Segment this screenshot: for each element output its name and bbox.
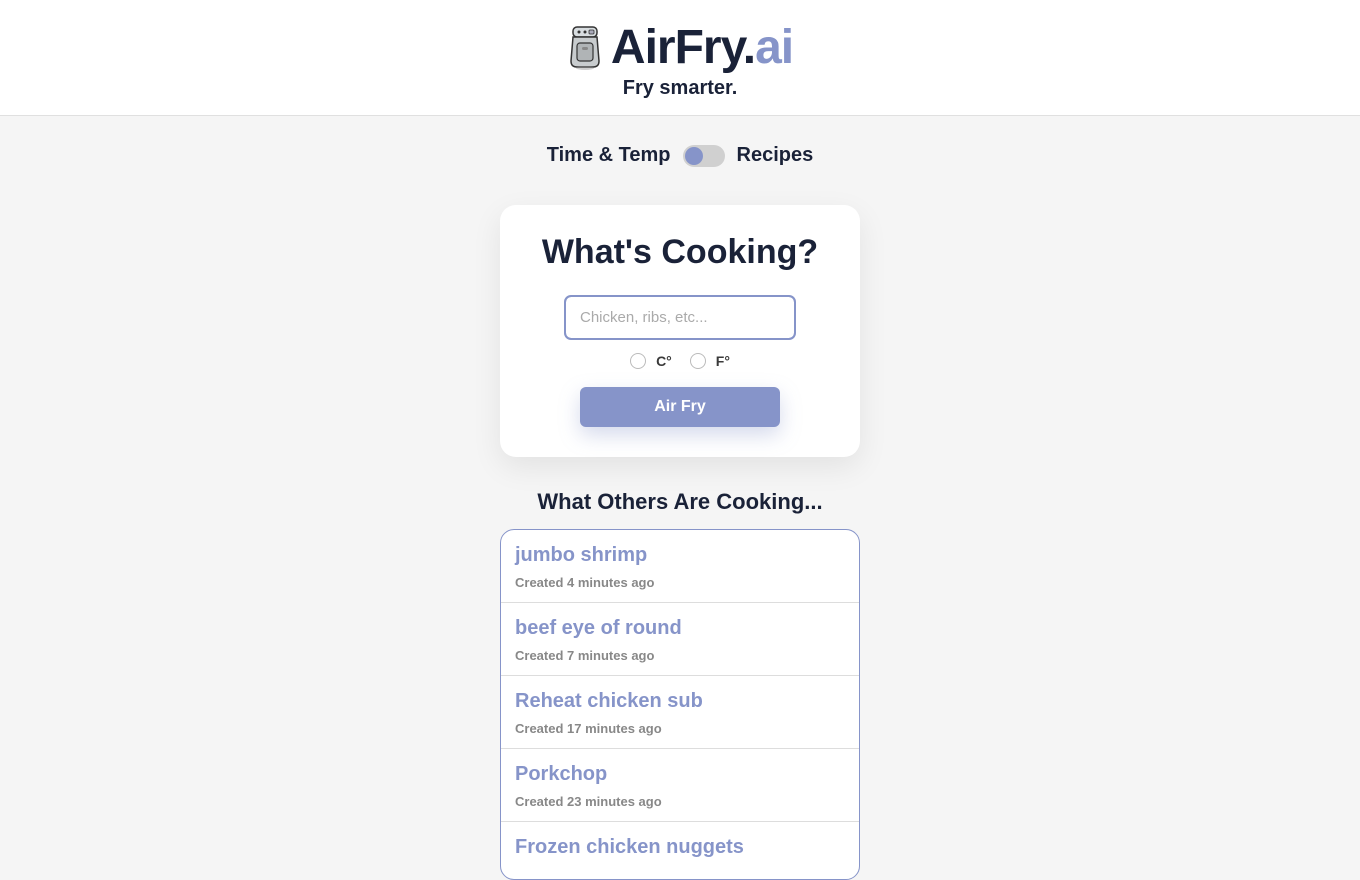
feed-item-name: Frozen chicken nuggets (515, 836, 845, 859)
radio-celsius-group[interactable]: C° (630, 353, 672, 369)
cooking-card: What's Cooking? C° F° Air Fry (500, 205, 860, 457)
feed-item-time: Created 4 minutes ago (515, 575, 845, 590)
feed-section-title: What Others Are Cooking... (0, 489, 1360, 515)
feed-item[interactable]: jumbo shrimp Created 4 minutes ago (501, 530, 859, 603)
feed-list: jumbo shrimp Created 4 minutes ago beef … (500, 529, 860, 880)
feed-item-name: Reheat chicken sub (515, 690, 845, 713)
mode-label-recipes[interactable]: Recipes (737, 144, 814, 167)
feed-item-name: Porkchop (515, 763, 845, 786)
airfry-button[interactable]: Air Fry (580, 387, 780, 427)
feed-item[interactable]: Reheat chicken sub Created 17 minutes ag… (501, 676, 859, 749)
feed-item-time: Created 23 minutes ago (515, 794, 845, 809)
brand-name: AirFry.ai (611, 20, 793, 75)
radio-fahrenheit-label: F° (716, 353, 730, 369)
card-title: What's Cooking? (524, 233, 836, 272)
feed-item-time: Created 17 minutes ago (515, 721, 845, 736)
radio-celsius-label: C° (656, 353, 672, 369)
mode-label-time-temp[interactable]: Time & Temp (547, 144, 671, 167)
radio-fahrenheit[interactable] (690, 353, 706, 369)
feed-item-name: jumbo shrimp (515, 544, 845, 567)
logo[interactable]: AirFry.ai (0, 20, 1360, 75)
feed-item[interactable]: Porkchop Created 23 minutes ago (501, 749, 859, 822)
feed-item[interactable]: beef eye of round Created 7 minutes ago (501, 603, 859, 676)
airfryer-icon (567, 25, 603, 71)
brand-suffix: ai (755, 21, 793, 74)
toggle-knob (685, 147, 703, 165)
radio-celsius[interactable] (630, 353, 646, 369)
feed-item-name: beef eye of round (515, 617, 845, 640)
feed-item[interactable]: Frozen chicken nuggets (501, 822, 859, 879)
header: AirFry.ai Fry smarter. (0, 0, 1360, 116)
unit-radio-row: C° F° (524, 353, 836, 369)
feed-item-time: Created 7 minutes ago (515, 648, 845, 663)
brand-main: AirFry. (611, 21, 755, 74)
food-input[interactable] (565, 296, 795, 339)
tagline: Fry smarter. (0, 77, 1360, 100)
mode-toggle-row: Time & Temp Recipes (0, 116, 1360, 187)
mode-toggle-switch[interactable] (683, 145, 725, 167)
radio-fahrenheit-group[interactable]: F° (690, 353, 730, 369)
